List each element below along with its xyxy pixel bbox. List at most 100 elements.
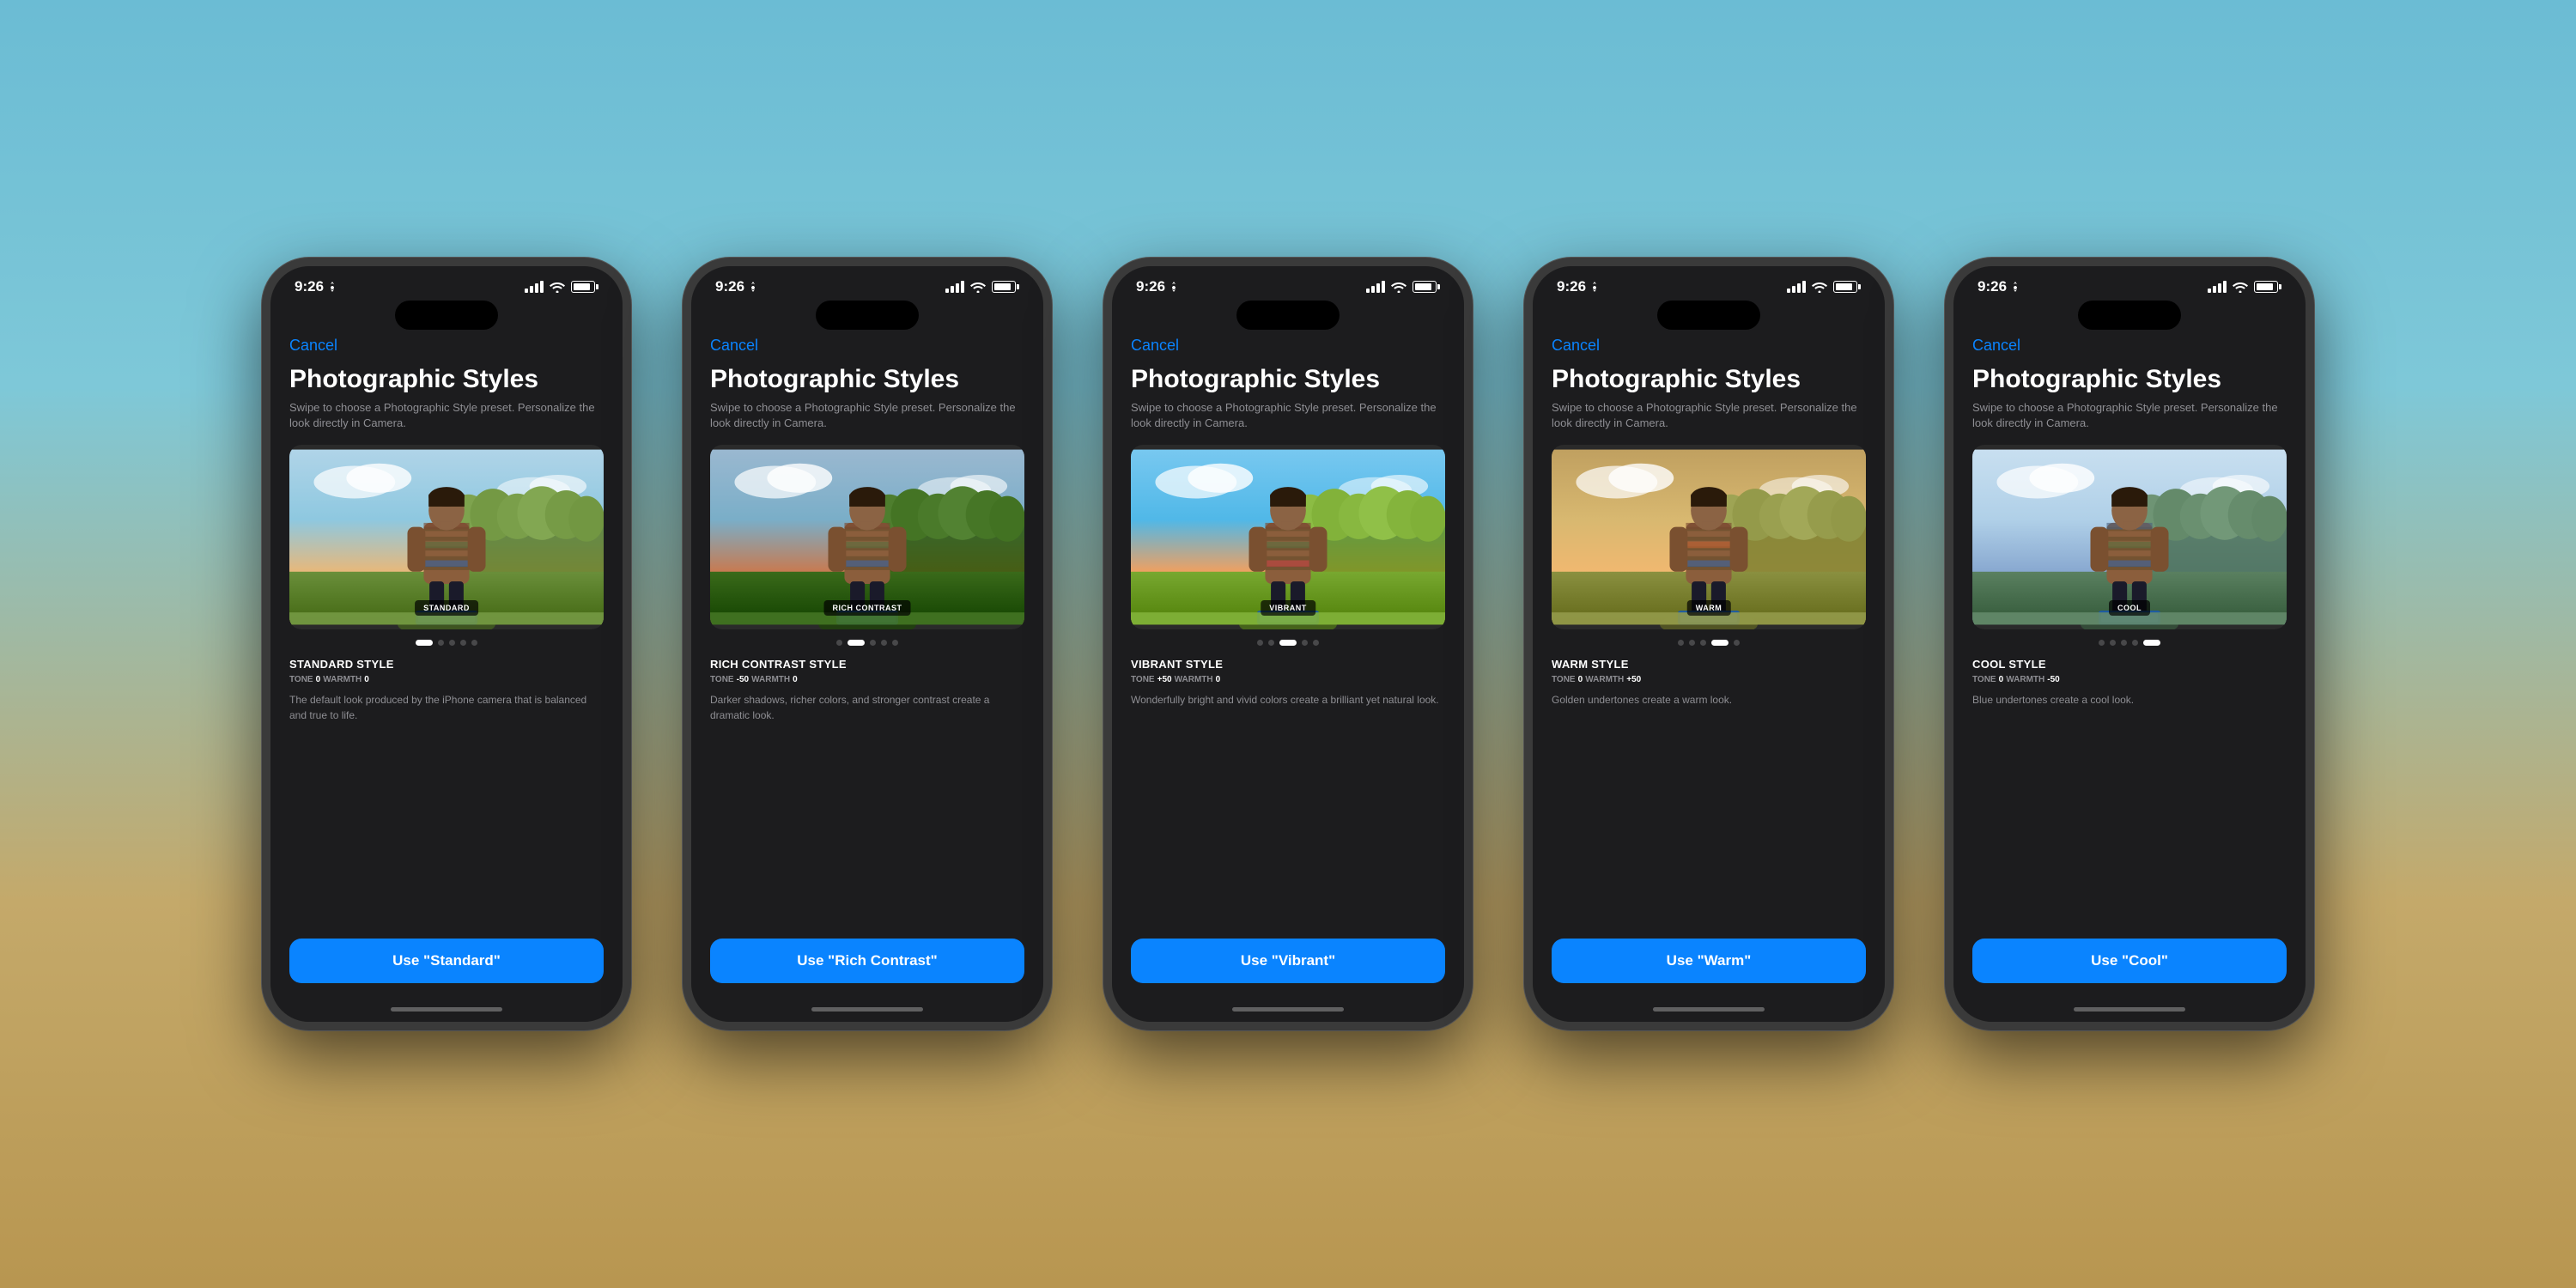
dot-0[interactable]	[416, 640, 433, 646]
status-icons	[1366, 281, 1440, 293]
wifi-icon	[550, 282, 565, 293]
dot-4[interactable]	[1734, 640, 1740, 646]
style-info-section: STANDARD STYLETONE0 WARMTH0The default l…	[289, 658, 604, 983]
cancel-button[interactable]: Cancel	[1972, 337, 2287, 355]
dot-1[interactable]	[848, 640, 865, 646]
dot-0[interactable]	[2099, 640, 2105, 646]
signal-bar-2	[530, 286, 533, 293]
dots-indicator	[289, 640, 604, 646]
dot-3[interactable]	[881, 640, 887, 646]
cancel-button[interactable]: Cancel	[710, 337, 1024, 355]
tone-warmth: TONE0 WARMTH0	[289, 674, 604, 684]
dot-0[interactable]	[1678, 640, 1684, 646]
use-style-button[interactable]: Use "Standard"	[289, 939, 604, 983]
use-style-button[interactable]: Use "Cool"	[1972, 939, 2287, 983]
cancel-button[interactable]: Cancel	[1131, 337, 1445, 355]
signal-bar-3	[2218, 283, 2221, 293]
signal-bar-1	[525, 289, 528, 293]
style-name: RICH CONTRAST STYLE	[710, 658, 847, 671]
dot-1[interactable]	[438, 640, 444, 646]
dot-1[interactable]	[2110, 640, 2116, 646]
dot-3[interactable]	[1302, 640, 1308, 646]
home-indicator	[391, 1007, 502, 1012]
style-info-section: COOL STYLETONE0 WARMTH-50Blue undertones…	[1972, 658, 2287, 983]
dot-2[interactable]	[2121, 640, 2127, 646]
style-description: Blue undertones create a cool look.	[1972, 693, 2287, 708]
style-badge: WARM	[1687, 600, 1731, 616]
status-icons	[1787, 281, 1861, 293]
signal-bar-2	[1792, 286, 1795, 293]
wifi-icon	[970, 282, 986, 293]
signal-bar-1	[945, 289, 949, 293]
signal-bars	[525, 281, 544, 293]
status-icons	[945, 281, 1019, 293]
use-style-button[interactable]: Use "Warm"	[1552, 939, 1866, 983]
signal-bar-3	[956, 283, 959, 293]
status-time: 9:26	[1557, 278, 1599, 295]
status-icons	[525, 281, 598, 293]
cancel-button[interactable]: Cancel	[1552, 337, 1866, 355]
signal-bar-2	[1371, 286, 1375, 293]
page-title: Photographic Styles	[1131, 365, 1445, 393]
phone-standard: 9:26 CancelPhotographic StylesSwipe to c…	[262, 258, 631, 1030]
cancel-button[interactable]: Cancel	[289, 337, 604, 355]
signal-bars	[1787, 281, 1806, 293]
page-subtitle: Swipe to choose a Photographic Style pre…	[710, 400, 1024, 431]
signal-bar-3	[535, 283, 538, 293]
wifi-icon	[1391, 282, 1406, 293]
status-icons	[2208, 281, 2281, 293]
dot-4[interactable]	[471, 640, 477, 646]
battery-icon	[571, 281, 598, 293]
tone-warmth: TONE-50 WARMTH0	[710, 674, 1024, 684]
dot-3[interactable]	[460, 640, 466, 646]
status-time: 9:26	[1978, 278, 2020, 295]
photo-container: WARM	[1552, 445, 1866, 629]
style-badge: RICH CONTRAST	[824, 600, 911, 616]
signal-bar-2	[2213, 286, 2216, 293]
use-style-button[interactable]: Use "Vibrant"	[1131, 939, 1445, 983]
dot-4[interactable]	[892, 640, 898, 646]
dot-2[interactable]	[1279, 640, 1297, 646]
phone-cool: 9:26 CancelPhotographic StylesSwipe to c…	[1945, 258, 2314, 1030]
signal-bars	[1366, 281, 1385, 293]
dot-0[interactable]	[1257, 640, 1263, 646]
dot-1[interactable]	[1689, 640, 1695, 646]
battery-icon	[1413, 281, 1440, 293]
signal-bars	[945, 281, 964, 293]
dot-2[interactable]	[449, 640, 455, 646]
dot-4[interactable]	[2143, 640, 2160, 646]
photo-container: VIBRANT	[1131, 445, 1445, 629]
dot-4[interactable]	[1313, 640, 1319, 646]
style-name: WARM STYLE	[1552, 658, 1629, 671]
status-bar: 9:26	[1953, 266, 2306, 301]
status-bar: 9:26	[691, 266, 1043, 301]
style-description: Wonderfully bright and vivid colors crea…	[1131, 693, 1445, 708]
dot-0[interactable]	[836, 640, 842, 646]
signal-bar-3	[1797, 283, 1801, 293]
style-badge: STANDARD	[415, 600, 478, 616]
page-subtitle: Swipe to choose a Photographic Style pre…	[1972, 400, 2287, 431]
dot-2[interactable]	[1700, 640, 1706, 646]
page-subtitle: Swipe to choose a Photographic Style pre…	[1131, 400, 1445, 431]
signal-bar-1	[1366, 289, 1370, 293]
status-bar: 9:26	[1112, 266, 1464, 301]
dots-indicator	[1972, 640, 2287, 646]
dynamic-island	[816, 301, 919, 330]
use-style-button[interactable]: Use "Rich Contrast"	[710, 939, 1024, 983]
phone-warm: 9:26 CancelPhotographic StylesSwipe to c…	[1524, 258, 1893, 1030]
phones-container: 9:26 Cancel Photographic Styles Swipe to c…	[193, 206, 2383, 1082]
dot-3[interactable]	[2132, 640, 2138, 646]
signal-bar-4	[1382, 281, 1385, 293]
wifi-icon	[2233, 282, 2248, 293]
signal-bar-1	[2208, 289, 2211, 293]
dots-indicator	[1131, 640, 1445, 646]
page-title: Photographic Styles	[710, 365, 1024, 393]
dot-1[interactable]	[1268, 640, 1274, 646]
home-indicator	[1653, 1007, 1765, 1012]
dot-2[interactable]	[870, 640, 876, 646]
phone-vibrant: 9:26 Cancel Photographic Styles Swipe to c…	[1103, 258, 1473, 1030]
dot-3[interactable]	[1711, 640, 1728, 646]
battery-icon	[2254, 281, 2281, 293]
signal-bar-4	[540, 281, 544, 293]
style-badge: VIBRANT	[1261, 600, 1315, 616]
